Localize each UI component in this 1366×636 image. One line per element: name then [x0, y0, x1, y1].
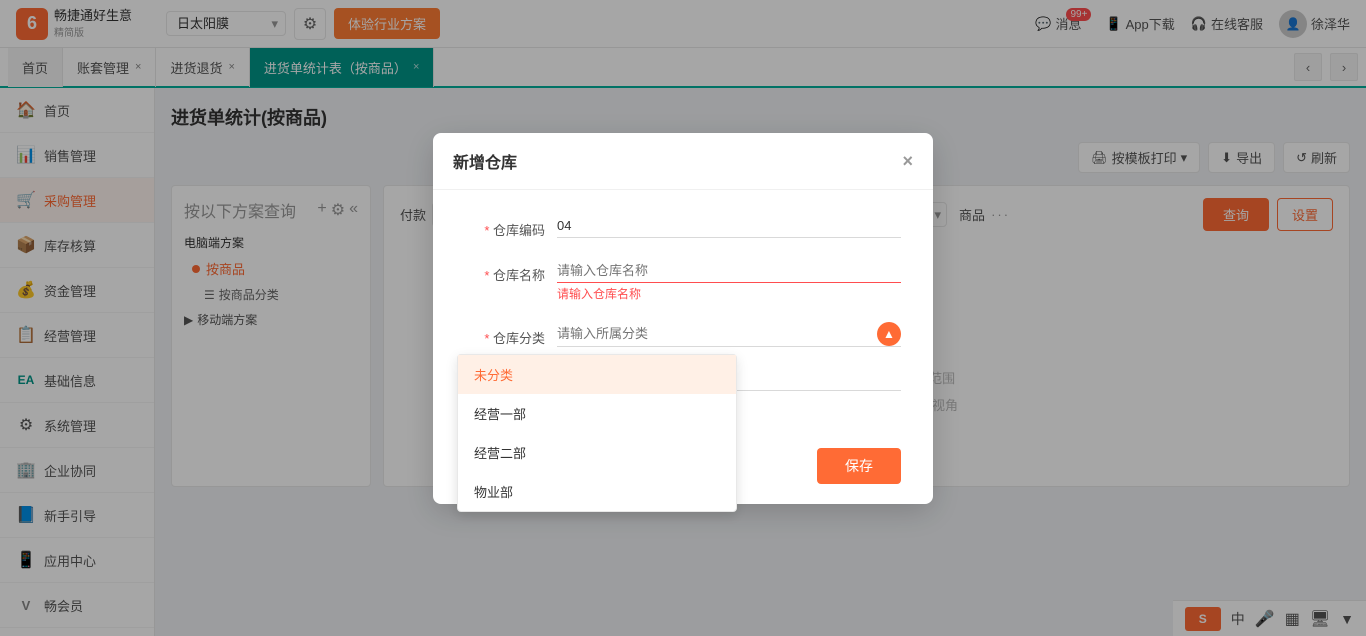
dropdown-item-1[interactable]: 经营一部	[458, 394, 736, 433]
form-row-name: 仓库名称 请输入仓库名称	[465, 259, 901, 302]
name-input[interactable]	[557, 259, 901, 283]
category-input[interactable]	[557, 322, 877, 345]
category-input-row: ▲	[557, 322, 901, 347]
form-row-code: 仓库编码	[465, 214, 901, 239]
save-btn[interactable]: 保存	[817, 448, 901, 484]
category-wrap: ▲ 未分类 经营一部 经营二部 物业部	[557, 322, 901, 347]
name-field-wrap: 请输入仓库名称	[557, 259, 901, 302]
new-warehouse-modal: 新增仓库 × 仓库编码 仓库名称 请输入仓库名称 仓库分类	[433, 133, 933, 504]
dropdown-item-2[interactable]: 经营二部	[458, 433, 736, 472]
modal-body: 仓库编码 仓库名称 请输入仓库名称 仓库分类 ▲	[433, 190, 933, 436]
code-field-wrap	[557, 214, 901, 238]
modal-overlay: 新增仓库 × 仓库编码 仓库名称 请输入仓库名称 仓库分类	[0, 0, 1366, 636]
form-row-category: 仓库分类 ▲ 未分类 经营一部 经营二部 物业部	[465, 322, 901, 347]
code-input[interactable]	[557, 214, 901, 238]
dropdown-item-0[interactable]: 未分类	[458, 355, 736, 394]
category-label: 仓库分类	[465, 322, 545, 347]
dropdown-item-3[interactable]: 物业部	[458, 472, 736, 511]
category-dropdown: 未分类 经营一部 经营二部 物业部	[457, 354, 737, 512]
name-error-msg: 请输入仓库名称	[557, 285, 901, 302]
chevron-up-btn[interactable]: ▲	[877, 322, 901, 346]
modal-title: 新增仓库	[453, 149, 517, 173]
modal-close-btn[interactable]: ×	[902, 152, 913, 170]
name-label: 仓库名称	[465, 259, 545, 284]
code-label: 仓库编码	[465, 214, 545, 239]
modal-header: 新增仓库 ×	[433, 133, 933, 190]
